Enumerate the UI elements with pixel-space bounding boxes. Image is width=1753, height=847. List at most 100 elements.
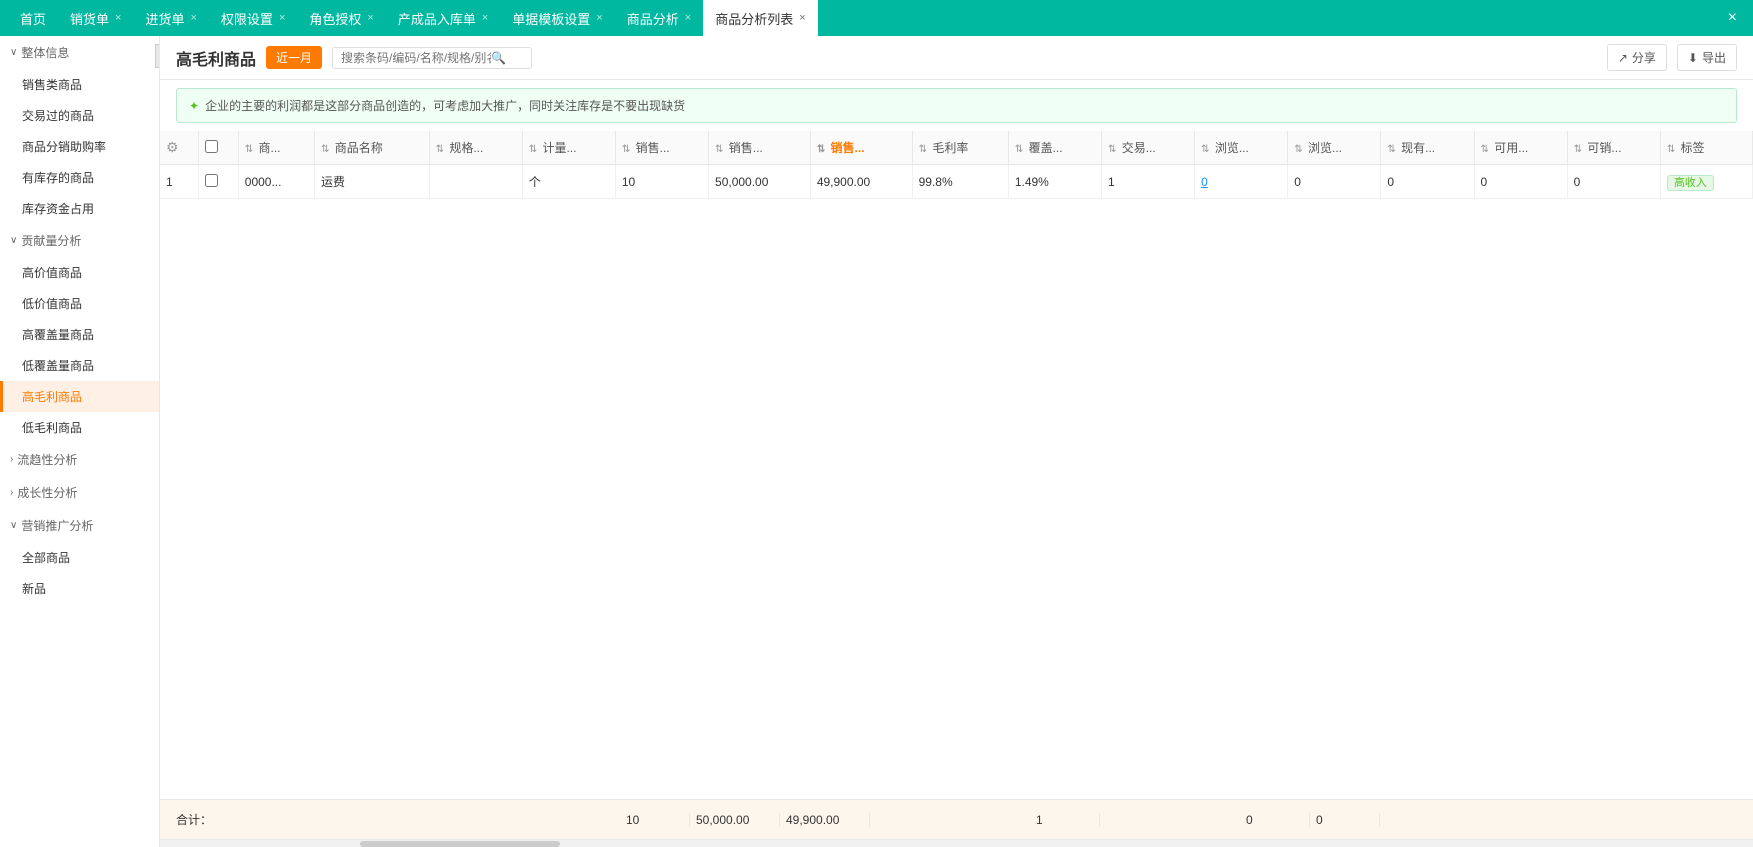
table-header-row: ⚙ ⇅ 商... ⇅ 商品名称 [160, 131, 1753, 165]
chevron-right-icon-2: › [10, 487, 13, 498]
cell-sellable: 0 [1567, 165, 1660, 199]
close-purchase-order[interactable]: × [190, 12, 196, 24]
cell-checkbox [198, 165, 238, 199]
col-transactions-header: ⇅ 交易... [1101, 131, 1194, 165]
data-table: ⚙ ⇅ 商... ⇅ 商品名称 [160, 131, 1753, 199]
sidebar-item-all-goods[interactable]: 全部商品 [0, 542, 159, 573]
table-row: 1 0000... 运费 [160, 165, 1753, 199]
sidebar-group-trend[interactable]: › 流趋性分析 [0, 443, 159, 476]
sidebar-item-distribution-rate[interactable]: 商品分销助购率 [0, 131, 159, 162]
nav-home[interactable]: 首页 [8, 0, 58, 36]
sidebar-item-high-coverage[interactable]: 高覆盖量商品 [0, 319, 159, 350]
page-title: 高毛利商品 [176, 46, 256, 70]
col-spec-header: ⇅ 规格... [429, 131, 522, 165]
sidebar-item-traded-goods[interactable]: 交易过的商品 [0, 100, 159, 131]
top-navigation: 首页 销货单 × 进货单 × 权限设置 × 角色授权 × 产成品入库单 × 单据… [0, 0, 1753, 36]
nav-permission-settings[interactable]: 权限设置 × [209, 0, 297, 36]
cell-available-stock: 0 [1474, 165, 1567, 199]
search-icon[interactable]: 🔍 [491, 51, 506, 65]
col-sales-qty-header: ⇅ 销售... [615, 131, 708, 165]
col-sellable-header: ⇅ 可销... [1567, 131, 1660, 165]
sort-icon[interactable]: ⇅ [529, 144, 537, 155]
sort-icon[interactable]: ⇅ [245, 144, 253, 155]
cell-sku: 0000... [238, 165, 314, 199]
content-header: 高毛利商品 近一月 🔍 ↗ 分享 ⬇ 导出 [160, 36, 1753, 80]
cell-sales-amount: 50,000.00 [709, 165, 811, 199]
sidebar-item-stock-capital[interactable]: 库存资金占用 [0, 193, 159, 224]
footer-total-cells: 10 50,000.00 49,900.00 1 0 0 [360, 800, 1753, 839]
settings-icon[interactable]: ⚙ [166, 139, 179, 155]
sidebar-item-new-goods[interactable]: 新品 [0, 573, 159, 604]
sort-icon[interactable]: ⇅ [919, 144, 927, 155]
close-template-settings[interactable]: × [596, 12, 602, 24]
sidebar-group-marketing[interactable]: ∨ 营销推广分析 [0, 509, 159, 542]
sidebar-group-growth[interactable]: › 成长性分析 [0, 476, 159, 509]
select-all-checkbox[interactable] [205, 140, 218, 153]
footer-sales-profit: 49,900.00 [780, 813, 870, 827]
sidebar-group-overall-items: 销售类商品 交易过的商品 商品分销助购率 有库存的商品 库存资金占用 [0, 69, 159, 224]
sort-icon[interactable]: ⇅ [1108, 144, 1116, 155]
nav-product-analysis[interactable]: 商品分析 × [615, 0, 703, 36]
col-available-stock-header: ⇅ 可用... [1474, 131, 1567, 165]
cell-spec [429, 165, 522, 199]
search-input[interactable] [341, 51, 491, 65]
sort-icon[interactable]: ⇅ [715, 144, 723, 155]
cell-transactions: 1 [1101, 165, 1194, 199]
sort-icon[interactable]: ⇅ [1015, 144, 1023, 155]
nav-sales-order[interactable]: 销货单 × [58, 0, 133, 36]
sidebar-group-overall[interactable]: ∨ 整体信息 [0, 36, 159, 69]
sidebar-item-in-stock-goods[interactable]: 有库存的商品 [0, 162, 159, 193]
footer-total-label: 合计： [160, 811, 360, 828]
sidebar-group-contribution-items: 高价值商品 低价值商品 高覆盖量商品 低覆盖量商品 高毛利商品 低毛利商品 [0, 257, 159, 443]
sidebar-item-high-margin[interactable]: 高毛利商品 [0, 381, 159, 412]
sidebar-collapse-button[interactable]: « [155, 44, 160, 68]
filter-recent-month-button[interactable]: 近一月 [266, 46, 322, 69]
col-sales-profit-header: ⇅ 销售... [810, 131, 912, 165]
sort-icon[interactable]: ⇅ [1667, 144, 1675, 155]
col-sku-header: ⇅ 商... [238, 131, 314, 165]
nav-product-analysis-list[interactable]: 商品分析列表 × [703, 0, 817, 36]
close-permission-settings[interactable]: × [279, 12, 285, 24]
row-checkbox[interactable] [205, 174, 218, 187]
col-tag-header: ⇅ 标签 [1660, 131, 1752, 165]
close-product-inbound[interactable]: × [482, 12, 488, 24]
cell-coverage: 1.49% [1008, 165, 1101, 199]
sort-icon[interactable]: ⇅ [1201, 144, 1209, 155]
col-unit-header: ⇅ 计量... [522, 131, 615, 165]
nav-purchase-order[interactable]: 进货单 × [133, 0, 208, 36]
col-name-header: ⇅ 商品名称 [314, 131, 429, 165]
col-current-stock-header: ⇅ 现有... [1381, 131, 1474, 165]
close-window-button[interactable]: × [1720, 9, 1745, 27]
sort-icon[interactable]: ⇅ [1481, 144, 1489, 155]
sidebar-item-low-margin[interactable]: 低毛利商品 [0, 412, 159, 443]
close-product-analysis[interactable]: × [685, 12, 691, 24]
sidebar-group-marketing-items: 全部商品 新品 [0, 542, 159, 604]
sort-icon[interactable]: ⇅ [622, 144, 630, 155]
sidebar-group-contribution[interactable]: ∨ 贡献量分析 [0, 224, 159, 257]
sort-icon[interactable]: ⇅ [321, 144, 329, 155]
export-button[interactable]: ⬇ 导出 [1677, 44, 1737, 71]
footer-available-stock: 0 [1310, 813, 1380, 827]
share-button[interactable]: ↗ 分享 [1607, 44, 1667, 71]
close-sales-order[interactable]: × [115, 12, 121, 24]
sidebar-item-low-value[interactable]: 低价值商品 [0, 288, 159, 319]
close-role-auth[interactable]: × [367, 12, 373, 24]
footer-sales-qty: 10 [620, 813, 690, 827]
sidebar-item-low-coverage[interactable]: 低覆盖量商品 [0, 350, 159, 381]
footer-transactions: 1 [1030, 813, 1100, 827]
nav-product-inbound[interactable]: 产成品入库单 × [386, 0, 500, 36]
nav-template-settings[interactable]: 单据模板设置 × [500, 0, 614, 36]
sort-icon[interactable]: ⇅ [817, 144, 825, 155]
close-product-analysis-list[interactable]: × [799, 12, 805, 24]
cell-sales-qty: 10 [615, 165, 708, 199]
horizontal-scrollbar[interactable] [160, 839, 1753, 847]
nav-role-auth[interactable]: 角色授权 × [297, 0, 385, 36]
sort-icon[interactable]: ⇅ [1574, 144, 1582, 155]
sidebar-item-sales-goods[interactable]: 销售类商品 [0, 69, 159, 100]
scrollbar-thumb[interactable] [360, 841, 560, 847]
sort-icon[interactable]: ⇅ [1387, 144, 1395, 155]
sidebar-item-high-value[interactable]: 高价值商品 [0, 257, 159, 288]
chevron-down-icon-2: ∨ [10, 235, 17, 246]
sort-icon[interactable]: ⇅ [436, 144, 444, 155]
sort-icon[interactable]: ⇅ [1294, 144, 1302, 155]
